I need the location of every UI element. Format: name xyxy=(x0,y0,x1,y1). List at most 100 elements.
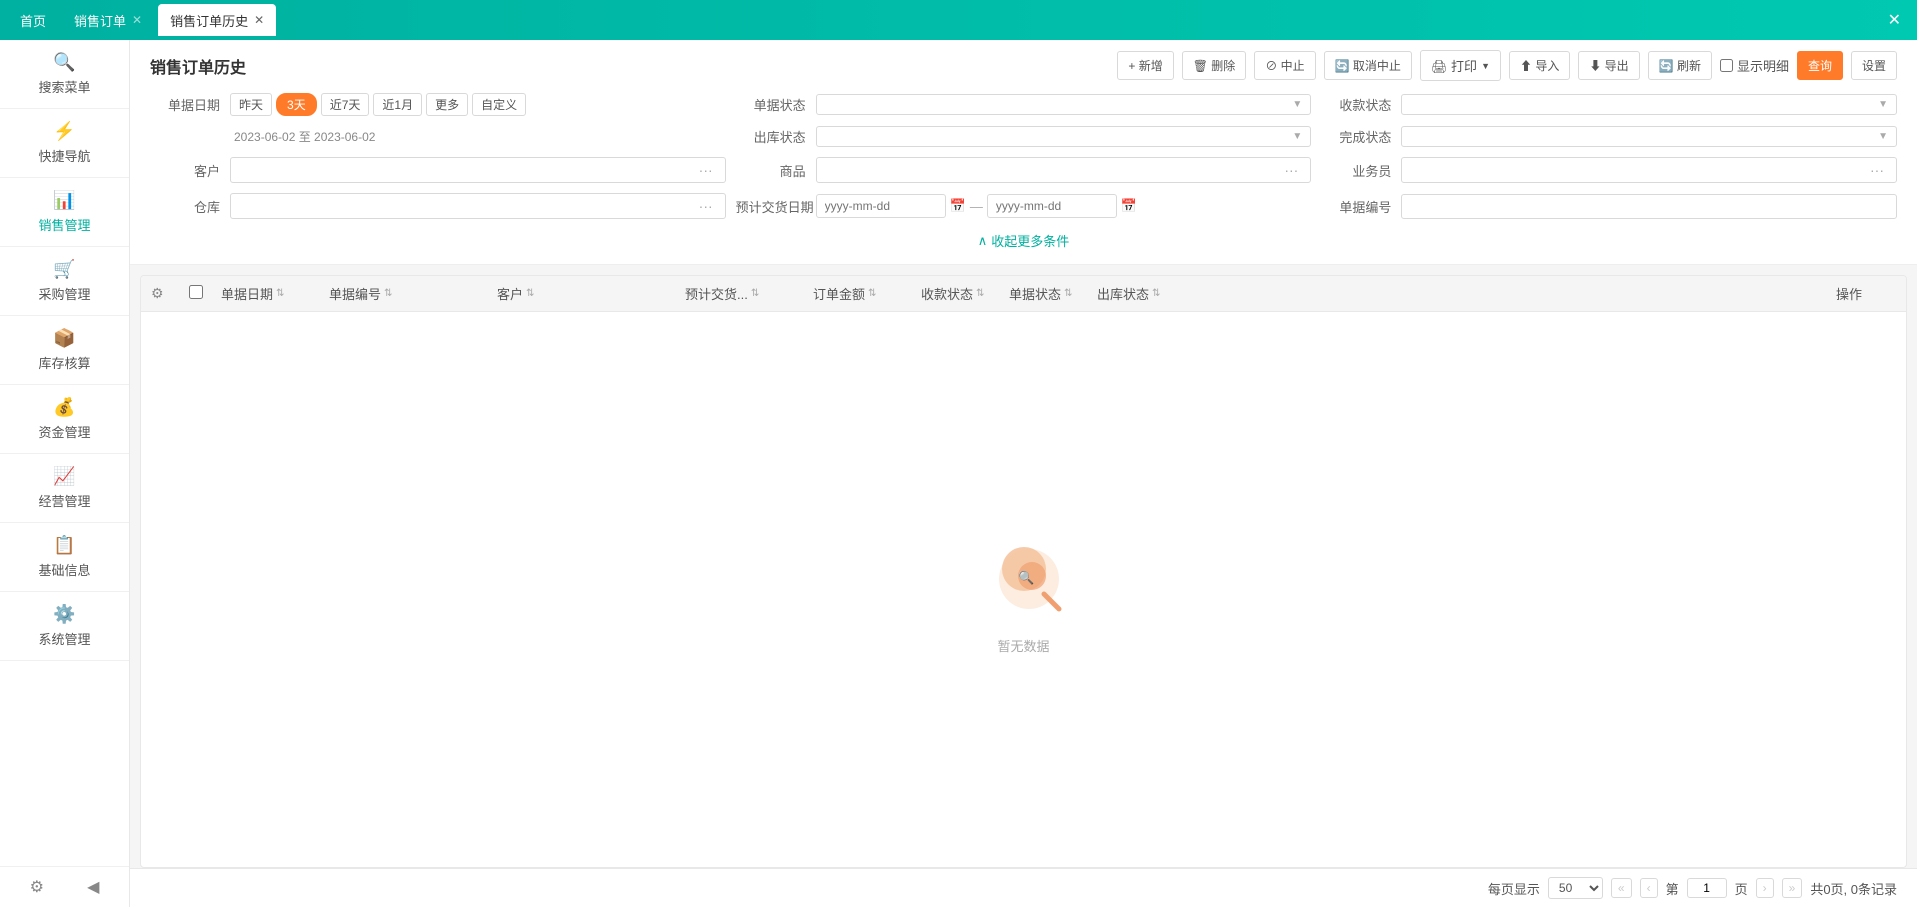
per-page-select[interactable]: 50 10 20 100 xyxy=(1548,877,1603,899)
sidebar-item-finance[interactable]: 💰 资金管理 xyxy=(0,385,129,454)
empty-illustration: 🔍 xyxy=(974,524,1074,624)
finance-icon: 💰 xyxy=(53,397,75,418)
col-date[interactable]: 单据日期 ⇅ xyxy=(221,284,321,303)
date-range-text: 2023-06-02 至 2023-06-02 xyxy=(234,128,375,145)
expected-date-to[interactable] xyxy=(987,194,1117,218)
operations-icon: 📈 xyxy=(53,466,75,487)
col-expected-date[interactable]: 预计交货... ⇅ xyxy=(685,284,805,303)
sidebar-item-search-menu[interactable]: 🔍 搜索菜单 xyxy=(0,40,129,109)
refresh-button[interactable]: 🔄 刷新 xyxy=(1648,51,1712,80)
calendar-from-icon[interactable]: 📅 xyxy=(950,198,966,214)
product-label: 商品 xyxy=(736,161,816,180)
export-button[interactable]: ⬇ 导出 xyxy=(1578,51,1639,80)
tab-sales-order-close[interactable]: ✕ xyxy=(132,13,142,27)
sidebar-settings-icon[interactable]: ⚙ xyxy=(30,877,44,897)
sidebar-item-quick-nav-label: 快捷导航 xyxy=(38,146,90,165)
purchase-mgmt-icon: 🛒 xyxy=(53,259,75,280)
page-title: 销售订单历史 xyxy=(150,54,246,78)
tab-home[interactable]: 首页 xyxy=(8,4,58,36)
col-number[interactable]: 单据编号 ⇅ xyxy=(329,284,489,303)
warehouse-dots-btn[interactable]: ··· xyxy=(695,198,717,214)
col-out-status-label: 出库状态 xyxy=(1097,284,1149,303)
table-gear-cell: ⚙ xyxy=(151,285,181,302)
out-status-select[interactable]: ▼ xyxy=(816,126,1312,147)
customer-dots-btn[interactable]: ··· xyxy=(695,162,717,178)
sidebar-item-search-menu-label: 搜索菜单 xyxy=(38,77,90,96)
date-btn-7days[interactable]: 近7天 xyxy=(321,93,370,116)
prev-page-button[interactable]: ‹ xyxy=(1640,878,1658,898)
sidebar-item-sales-mgmt-label: 销售管理 xyxy=(38,215,90,234)
sidebar-item-operations[interactable]: 📈 经营管理 xyxy=(0,454,129,523)
col-doc-status-label: 单据状态 xyxy=(1009,284,1061,303)
table-gear-icon[interactable]: ⚙ xyxy=(151,285,164,301)
filter-row-2: 客户 ··· 商品 ··· 业务员 xyxy=(150,157,1897,183)
sidebar-item-system[interactable]: ⚙️ 系统管理 xyxy=(0,592,129,661)
date-btn-more[interactable]: 更多 xyxy=(426,93,468,116)
new-button[interactable]: + 新增 xyxy=(1117,51,1173,80)
sidebar-item-operations-label: 经营管理 xyxy=(38,491,90,510)
receipt-status-label: 收款状态 xyxy=(1321,95,1401,114)
settings-button[interactable]: 设置 xyxy=(1851,51,1897,80)
calendar-to-icon[interactable]: 📅 xyxy=(1121,198,1137,214)
tab-sales-history-close[interactable]: ✕ xyxy=(254,13,264,27)
table-checkbox-cell xyxy=(189,285,213,302)
col-action: 操作 xyxy=(1836,284,1896,303)
pagination: 每页显示 50 10 20 100 « ‹ 第 页 › » 共0页, 0条记录 xyxy=(130,868,1917,907)
page-input[interactable] xyxy=(1687,878,1727,898)
sidebar-item-purchase-mgmt-label: 采购管理 xyxy=(38,284,90,303)
salesperson-dots-btn[interactable]: ··· xyxy=(1866,162,1888,178)
col-amount-label: 订单金额 xyxy=(813,284,865,303)
table-select-all-checkbox[interactable] xyxy=(189,285,203,299)
sidebar-item-purchase-mgmt[interactable]: 🛒 采购管理 xyxy=(0,247,129,316)
filter-salesperson: 业务员 ··· xyxy=(1321,157,1897,183)
sidebar-collapse-icon[interactable]: ◀ xyxy=(87,877,99,897)
date-btn-3days[interactable]: 3天 xyxy=(276,93,317,116)
col-number-sort-icon: ⇅ xyxy=(384,288,392,299)
basic-info-icon: 📋 xyxy=(53,535,75,556)
table-header: ⚙ 单据日期 ⇅ 单据编号 ⇅ 客户 ⇅ 预计交货... xyxy=(141,276,1906,312)
filter-out-status: 出库状态 ▼ xyxy=(736,126,1312,147)
tab-sales-order[interactable]: 销售订单 ✕ xyxy=(62,4,154,36)
sidebar-item-quick-nav[interactable]: ⚡ 快捷导航 xyxy=(0,109,129,178)
cancel-stop-button[interactable]: 🔄 取消中止 xyxy=(1324,51,1412,80)
col-out-status[interactable]: 出库状态 ⇅ xyxy=(1097,284,1177,303)
sidebar-item-inventory[interactable]: 📦 库存核算 xyxy=(0,316,129,385)
filter-warehouse: 仓库 ··· xyxy=(150,193,726,219)
print-button[interactable]: 🖨 打印 ▼ xyxy=(1420,50,1501,81)
query-button[interactable]: 查询 xyxy=(1797,51,1843,80)
col-expected-date-label: 预计交货... xyxy=(685,284,748,303)
out-status-arrow-icon: ▼ xyxy=(1292,131,1302,142)
date-btn-month[interactable]: 近1月 xyxy=(373,93,422,116)
tab-sales-history[interactable]: 销售订单历史 ✕ xyxy=(158,4,276,36)
date-btn-today[interactable]: 昨天 xyxy=(230,93,272,116)
next-page-button[interactable]: › xyxy=(1756,878,1774,898)
doc-number-input[interactable] xyxy=(1401,194,1897,219)
col-amount[interactable]: 订单金额 ⇅ xyxy=(813,284,913,303)
first-page-button[interactable]: « xyxy=(1611,878,1632,898)
window-close-icon[interactable]: ✕ xyxy=(1880,6,1909,34)
stop-button[interactable]: ⊘ 中止 xyxy=(1254,51,1315,80)
display-toggle-checkbox[interactable] xyxy=(1720,59,1733,72)
collapse-button[interactable]: ∧ 收起更多条件 xyxy=(150,227,1897,254)
filter-doc-status: 单据状态 ▼ xyxy=(736,93,1312,116)
expected-date-from[interactable] xyxy=(816,194,946,218)
col-doc-status[interactable]: 单据状态 ⇅ xyxy=(1009,284,1089,303)
inventory-icon: 📦 xyxy=(53,328,75,349)
sidebar: 🔍 搜索菜单 ⚡ 快捷导航 📊 销售管理 🛒 采购管理 📦 库存核算 💰 资金管… xyxy=(0,40,130,907)
last-page-button[interactable]: » xyxy=(1782,878,1803,898)
date-btn-custom[interactable]: 自定义 xyxy=(472,93,526,116)
sidebar-item-basic-info[interactable]: 📋 基础信息 xyxy=(0,523,129,592)
receipt-status-select[interactable]: ▼ xyxy=(1401,94,1897,115)
col-receipt-status[interactable]: 收款状态 ⇅ xyxy=(921,284,1001,303)
filter-date: 单据日期 昨天 3天 近7天 近1月 更多 自定义 xyxy=(150,93,726,116)
import-button[interactable]: ⬆ 导入 xyxy=(1509,51,1570,80)
filter-customer: 客户 ··· xyxy=(150,157,726,183)
col-customer[interactable]: 客户 ⇅ xyxy=(497,284,677,303)
doc-status-select[interactable]: ▼ xyxy=(816,94,1312,115)
col-doc-status-sort-icon: ⇅ xyxy=(1064,288,1072,299)
delete-button[interactable]: 🗑 删除 xyxy=(1182,51,1247,80)
product-dots-btn[interactable]: ··· xyxy=(1280,162,1302,178)
sidebar-item-sales-mgmt[interactable]: 📊 销售管理 xyxy=(0,178,129,247)
display-toggle[interactable]: 显示明细 xyxy=(1720,56,1789,75)
complete-status-select[interactable]: ▼ xyxy=(1401,126,1897,147)
